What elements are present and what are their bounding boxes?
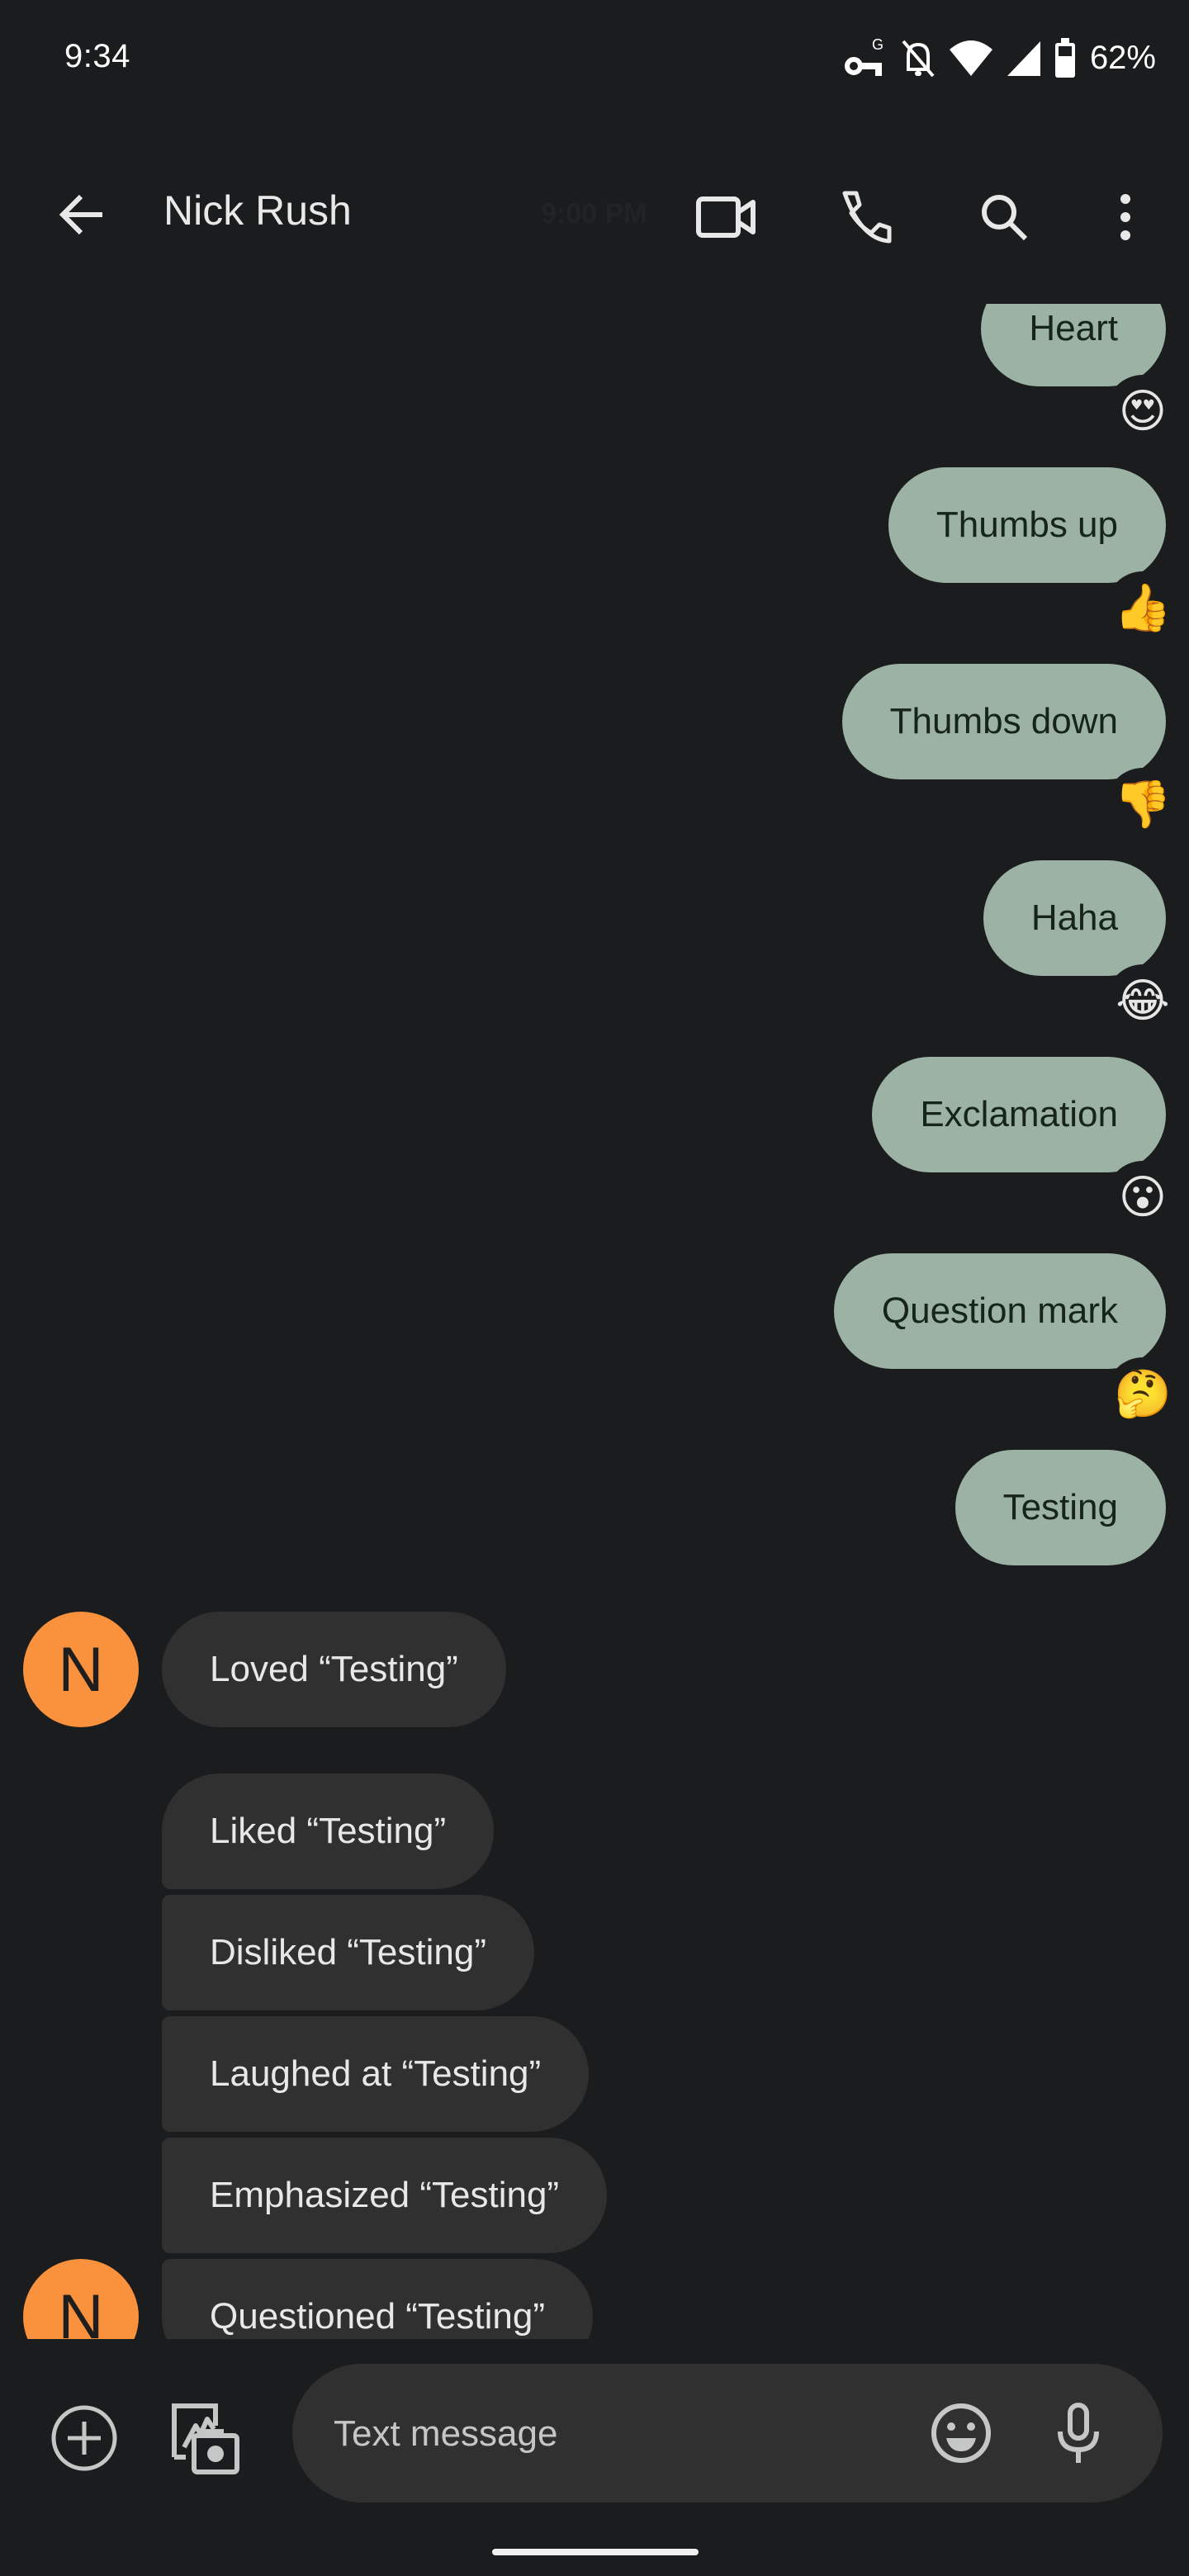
outgoing-message[interactable]: Question mark 🤔 bbox=[833, 1253, 1179, 1430]
gallery-camera-button[interactable] bbox=[163, 2397, 246, 2479]
video-call-button[interactable] bbox=[689, 180, 764, 254]
navigation-gesture-bar[interactable] bbox=[492, 2549, 699, 2555]
message-bubble[interactable]: Testing bbox=[955, 1450, 1166, 1565]
search-icon bbox=[982, 195, 1028, 241]
ghost-timestamp: 9:00 PM bbox=[541, 198, 647, 230]
back-button[interactable] bbox=[50, 182, 116, 248]
status-time: 9:34 bbox=[64, 38, 130, 74]
add-circle-icon bbox=[51, 2405, 117, 2471]
reaction-tears-of-joy-icon: 😂 bbox=[1106, 964, 1179, 1037]
message-bubble[interactable]: Question mark bbox=[833, 1253, 1166, 1369]
vpn-key-icon: G bbox=[844, 36, 888, 79]
text-message-input[interactable] bbox=[332, 2364, 897, 2504]
message-bubble[interactable]: Exclamation bbox=[872, 1057, 1166, 1172]
reaction-thumbs-up-icon: 👍 bbox=[1106, 571, 1179, 644]
reaction-heart-eyes-icon: 😍 bbox=[1106, 375, 1179, 447]
more-options-button[interactable] bbox=[1088, 180, 1163, 254]
contact-name[interactable]: Nick Rush bbox=[163, 187, 352, 234]
incoming-message[interactable]: Disliked “Testing” bbox=[162, 1895, 534, 2010]
compose-bar bbox=[0, 2339, 1189, 2512]
battery-percent: 62% bbox=[1089, 39, 1156, 76]
text-message-field[interactable] bbox=[292, 2364, 1163, 2504]
notifications-off-icon bbox=[900, 36, 936, 79]
outgoing-message[interactable]: Haha 😂 bbox=[983, 860, 1179, 1037]
outgoing-message[interactable]: Testing bbox=[955, 1450, 1166, 1565]
contact-avatar[interactable]: N bbox=[23, 1612, 139, 1727]
status-bar: 9:34 G 62% bbox=[0, 0, 1189, 116]
emoji-icon bbox=[931, 2403, 991, 2463]
arrow-back-icon bbox=[59, 194, 102, 235]
conversation-header: Nick Rush 9:00 PM bbox=[0, 116, 1189, 304]
wifi-icon bbox=[948, 36, 994, 79]
message-list[interactable]: Heart 😍 Thumbs up 👍 Thumbs down 👎 Haha 😂… bbox=[0, 304, 1189, 2339]
vpn-badge: G bbox=[872, 36, 883, 53]
voice-call-button[interactable] bbox=[829, 180, 903, 254]
outgoing-message[interactable]: Exclamation 😮 bbox=[872, 1057, 1179, 1234]
incoming-message[interactable]: Loved “Testing” bbox=[162, 1612, 506, 1727]
reaction-thinking-icon: 🤔 bbox=[1106, 1357, 1179, 1430]
phone-icon bbox=[842, 191, 892, 244]
gallery-camera-icon bbox=[172, 2403, 239, 2474]
contact-avatar[interactable]: N bbox=[23, 2259, 139, 2339]
search-button[interactable] bbox=[967, 180, 1041, 254]
reaction-open-mouth-icon: 😮 bbox=[1106, 1161, 1179, 1234]
message-bubble[interactable]: Thumbs down bbox=[841, 664, 1166, 779]
add-attachment-button[interactable] bbox=[43, 2397, 126, 2479]
video-camera-icon bbox=[696, 197, 756, 238]
incoming-message[interactable]: Emphasized “Testing” bbox=[162, 2138, 608, 2253]
incoming-message[interactable]: Questioned “Testing” bbox=[162, 2259, 593, 2339]
message-bubble[interactable]: Thumbs up bbox=[888, 467, 1166, 583]
incoming-message[interactable]: Laughed at “Testing” bbox=[162, 2016, 590, 2132]
incoming-message[interactable]: Liked “Testing” bbox=[162, 1773, 495, 1889]
battery-icon bbox=[1054, 36, 1077, 79]
cell-signal-icon bbox=[1006, 36, 1042, 79]
more-vert-icon bbox=[1120, 194, 1130, 240]
emoji-button[interactable] bbox=[920, 2392, 1002, 2474]
message-bubble[interactable]: Heart bbox=[981, 304, 1166, 386]
reaction-thumbs-down-icon: 👎 bbox=[1106, 768, 1179, 841]
message-bubble[interactable]: Haha bbox=[983, 860, 1166, 976]
outgoing-message[interactable]: Thumbs up 👍 bbox=[888, 467, 1179, 644]
outgoing-message[interactable]: Heart 😍 bbox=[981, 304, 1179, 447]
microphone-icon bbox=[1058, 2403, 1099, 2463]
voice-input-button[interactable] bbox=[1037, 2392, 1120, 2474]
status-icons: G 62% bbox=[844, 36, 1156, 79]
outgoing-message[interactable]: Thumbs down 👎 bbox=[841, 664, 1179, 841]
